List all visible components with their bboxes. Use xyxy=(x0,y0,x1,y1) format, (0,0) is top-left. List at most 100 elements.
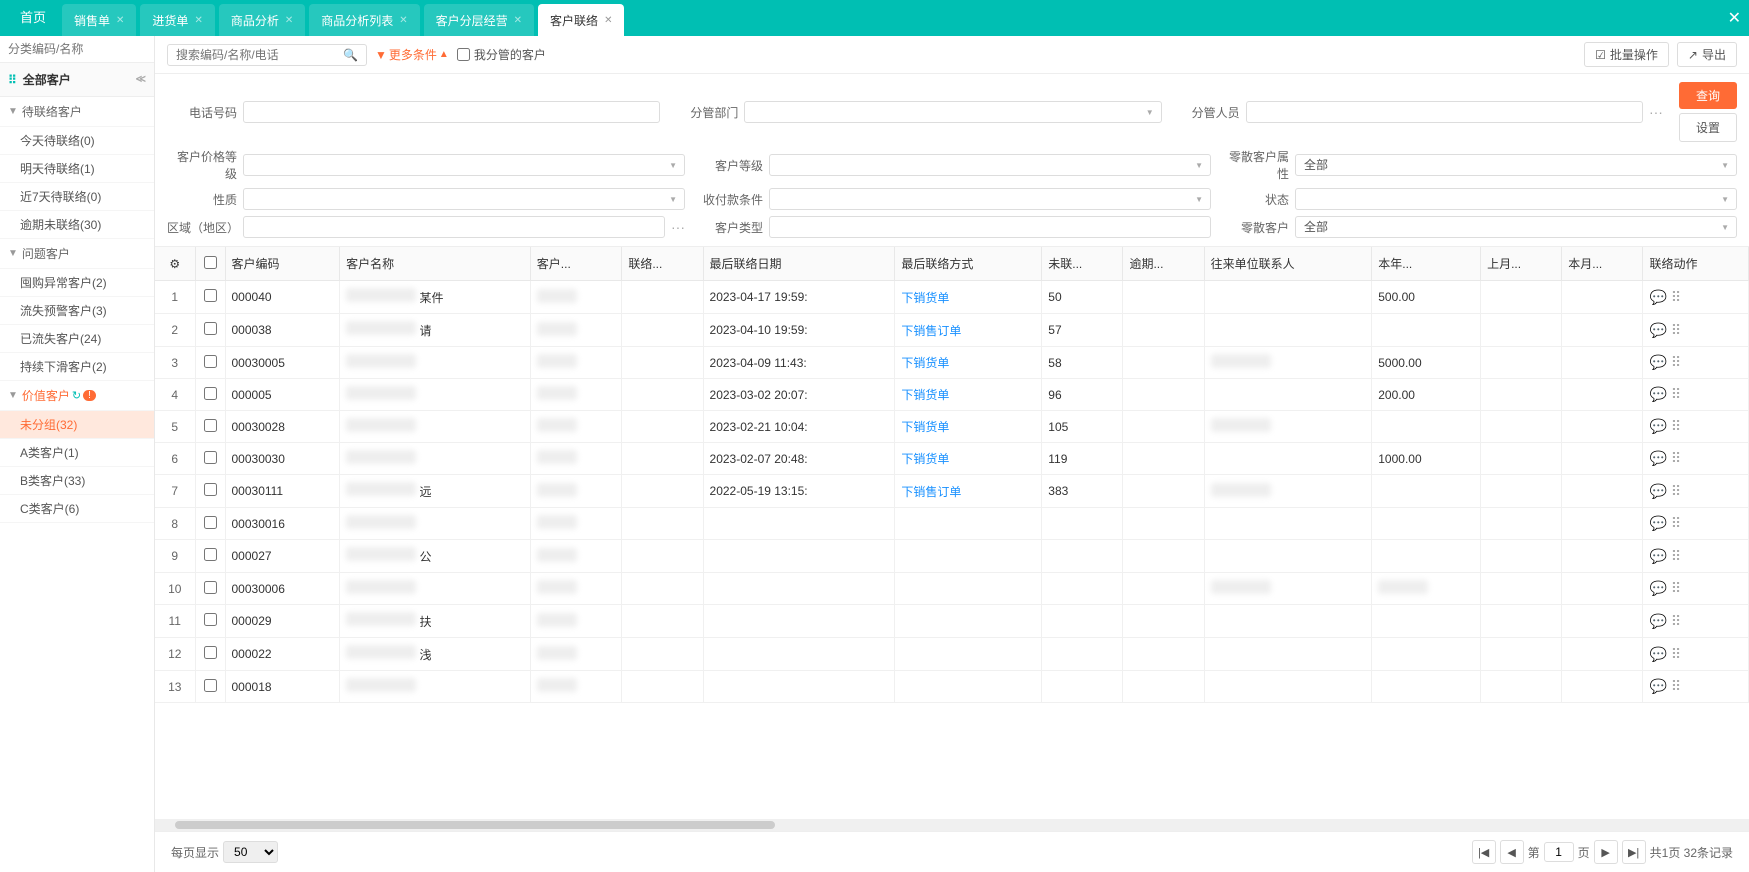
chat-icon[interactable]: 💬 xyxy=(1649,386,1666,403)
nav-home[interactable]: 首页 xyxy=(8,0,58,36)
grid-action-icon[interactable]: ⠿ xyxy=(1671,483,1681,500)
sidebar-item-tomorrow[interactable]: 明天待联络(1) xyxy=(0,155,154,183)
chat-icon[interactable]: 💬 xyxy=(1649,450,1666,467)
customer-name[interactable] xyxy=(340,671,531,703)
customer-name[interactable]: 远 xyxy=(340,475,531,508)
customer-name[interactable] xyxy=(340,508,531,540)
grid-action-icon[interactable]: ⠿ xyxy=(1671,322,1681,339)
last-contact-method[interactable]: 下销售订单 xyxy=(901,324,961,338)
row-checkbox[interactable] xyxy=(195,443,225,475)
my-customers-check[interactable] xyxy=(457,48,470,61)
nav-tab-sales[interactable]: 销售单 ✕ xyxy=(62,4,136,36)
customer-name[interactable] xyxy=(340,411,531,443)
settings-icon[interactable]: ⚙ xyxy=(163,257,187,271)
close-icon[interactable]: ✕ xyxy=(194,15,202,26)
nav-tab-analysis-list[interactable]: 商品分析列表 ✕ xyxy=(309,4,419,36)
sidebar-item-7days[interactable]: 近7天待联络(0) xyxy=(0,183,154,211)
grid-action-icon[interactable]: ⠿ xyxy=(1671,289,1681,306)
grid-action-icon[interactable]: ⠿ xyxy=(1671,646,1681,663)
retail-attr-select[interactable]: 全部 xyxy=(1295,154,1737,176)
row-checkbox[interactable] xyxy=(195,379,225,411)
my-customers-checkbox[interactable]: 我分管的客户 xyxy=(457,46,546,63)
more-icon[interactable]: ··· xyxy=(671,219,685,235)
sidebar-item-abnormal[interactable]: 囤购异常客户(2) xyxy=(0,269,154,297)
next-page-button[interactable]: ▶ xyxy=(1594,840,1618,864)
sidebar-item-declining[interactable]: 持续下滑客户(2) xyxy=(0,353,154,381)
customer-type-input[interactable] xyxy=(769,216,1211,238)
row-checkbox[interactable] xyxy=(195,671,225,703)
chat-icon[interactable]: 💬 xyxy=(1649,354,1666,371)
chat-icon[interactable]: 💬 xyxy=(1649,322,1666,339)
customer-name[interactable] xyxy=(340,379,531,411)
nav-tab-customer-tier[interactable]: 客户分层经营 ✕ xyxy=(424,4,534,36)
chat-icon[interactable]: 💬 xyxy=(1649,678,1666,695)
sidebar-item-ungroup[interactable]: 未分组(32) xyxy=(0,411,154,439)
customer-name[interactable]: 某件 xyxy=(340,281,531,314)
sidebar-group-pending[interactable]: ▼ 待联络客户 xyxy=(0,97,154,127)
more-conditions-button[interactable]: ▼ 更多条件 ▲ xyxy=(375,46,449,63)
chat-icon[interactable]: 💬 xyxy=(1649,646,1666,663)
retail-customer-select[interactable]: 全部 xyxy=(1295,216,1737,238)
row-checkbox[interactable] xyxy=(195,508,225,540)
sidebar-item-class-b[interactable]: B类客户(33) xyxy=(0,467,154,495)
grid-action-icon[interactable]: ⠿ xyxy=(1671,418,1681,435)
region-input[interactable] xyxy=(243,216,665,238)
window-close-icon[interactable]: ✕ xyxy=(1728,8,1741,28)
query-button[interactable]: 查询 xyxy=(1679,82,1737,109)
chat-icon[interactable]: 💬 xyxy=(1649,580,1666,597)
nav-tab-analysis[interactable]: 商品分析 ✕ xyxy=(219,4,305,36)
row-checkbox[interactable] xyxy=(195,573,225,605)
close-icon[interactable]: ✕ xyxy=(604,15,612,26)
last-contact-method[interactable]: 下销货单 xyxy=(901,356,949,370)
dept-select[interactable] xyxy=(744,101,1161,123)
nav-tab-purchase[interactable]: 进货单 ✕ xyxy=(140,4,214,36)
nature-select[interactable] xyxy=(243,188,685,210)
batch-ops-button[interactable]: ☑ 批量操作 xyxy=(1584,42,1669,67)
chat-icon[interactable]: 💬 xyxy=(1649,613,1666,630)
row-checkbox[interactable] xyxy=(195,411,225,443)
chat-icon[interactable]: 💬 xyxy=(1649,418,1666,435)
select-all-checkbox[interactable] xyxy=(204,256,217,269)
chat-icon[interactable]: 💬 xyxy=(1649,548,1666,565)
customer-name[interactable] xyxy=(340,573,531,605)
page-input[interactable] xyxy=(1544,842,1574,862)
grid-action-icon[interactable]: ⠿ xyxy=(1671,678,1681,695)
payment-select[interactable] xyxy=(769,188,1211,210)
search-icon[interactable]: 🔍 xyxy=(343,48,358,62)
more-icon[interactable]: ··· xyxy=(1649,104,1663,120)
grid-action-icon[interactable]: ⠿ xyxy=(1671,354,1681,371)
grid-action-icon[interactable]: ⠿ xyxy=(1671,450,1681,467)
last-contact-method[interactable]: 下销货单 xyxy=(901,452,949,466)
sidebar-item-overdue[interactable]: 逾期未联络(30) xyxy=(0,211,154,239)
close-icon[interactable]: ✕ xyxy=(116,15,124,26)
row-checkbox[interactable] xyxy=(195,638,225,671)
sidebar-item-class-a[interactable]: A类客户(1) xyxy=(0,439,154,467)
last-contact-method[interactable]: 下销货单 xyxy=(901,420,949,434)
grid-action-icon[interactable]: ⠿ xyxy=(1671,613,1681,630)
row-checkbox[interactable] xyxy=(195,540,225,573)
customer-name[interactable]: 请 xyxy=(340,314,531,347)
last-contact-method[interactable]: 下销货单 xyxy=(901,291,949,305)
close-icon[interactable]: ✕ xyxy=(399,15,407,26)
refresh-icon[interactable]: ↻ xyxy=(72,389,81,402)
row-checkbox[interactable] xyxy=(195,314,225,347)
customer-name[interactable]: 扶 xyxy=(340,605,531,638)
last-contact-method[interactable]: 下销货单 xyxy=(901,388,949,402)
customer-name[interactable]: 公 xyxy=(340,540,531,573)
customer-name[interactable] xyxy=(340,347,531,379)
nav-tab-customer-contact[interactable]: 客户联络 ✕ xyxy=(538,4,624,36)
grid-action-icon[interactable]: ⠿ xyxy=(1671,386,1681,403)
category-search-input[interactable] xyxy=(8,42,155,56)
grid-action-icon[interactable]: ⠿ xyxy=(1671,548,1681,565)
last-contact-method[interactable]: 下销售订单 xyxy=(901,485,961,499)
sidebar-group-problem[interactable]: ▼ 问题客户 xyxy=(0,239,154,269)
chat-icon[interactable]: 💬 xyxy=(1649,483,1666,500)
grid-action-icon[interactable]: ⠿ xyxy=(1671,580,1681,597)
reset-button[interactable]: 设置 xyxy=(1679,113,1737,142)
chat-icon[interactable]: 💬 xyxy=(1649,515,1666,532)
chat-icon[interactable]: 💬 xyxy=(1649,289,1666,306)
last-page-button[interactable]: ▶| xyxy=(1622,840,1646,864)
all-customers-header[interactable]: ⠿ 全部客户 ≪ xyxy=(0,63,154,97)
sidebar-item-class-c[interactable]: C类客户(6) xyxy=(0,495,154,523)
horizontal-scrollbar[interactable] xyxy=(155,819,1749,831)
